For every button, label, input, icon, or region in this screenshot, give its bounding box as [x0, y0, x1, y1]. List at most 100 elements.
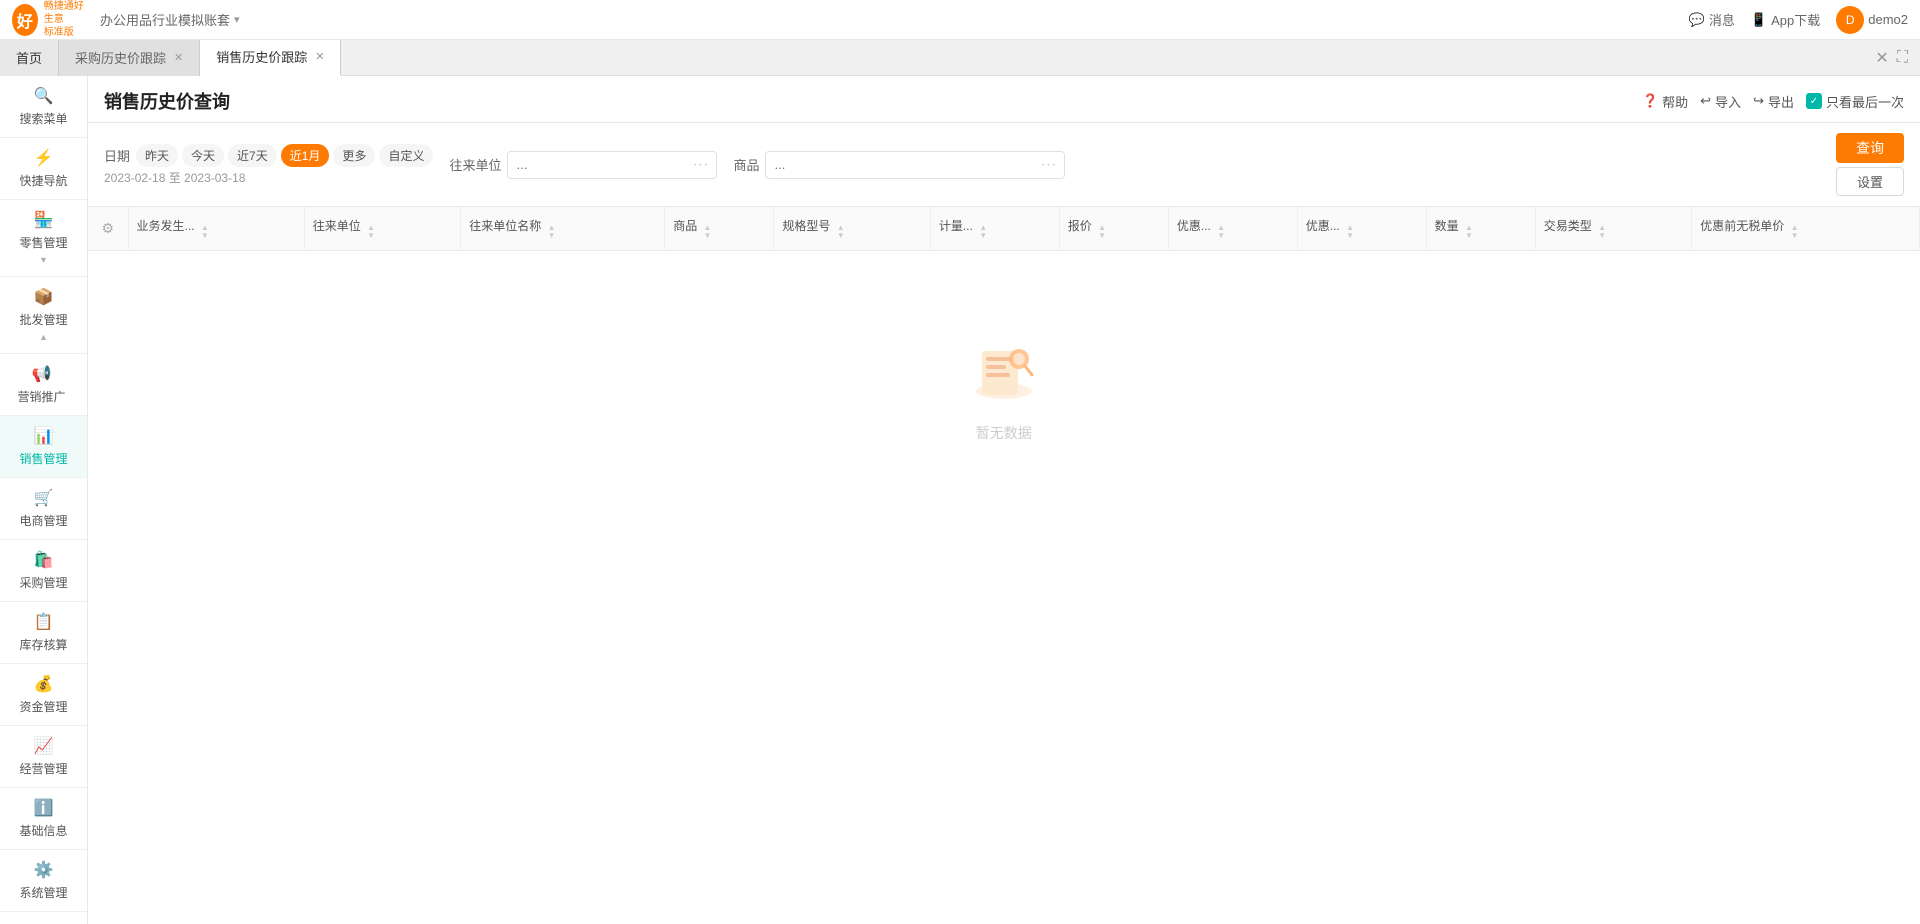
sidebar-item-operations-mgmt[interactable]: 📈 经营管理 [0, 726, 87, 788]
table-body: 暂无数据 [88, 251, 1920, 524]
date-btn-more[interactable]: 更多 [333, 144, 375, 167]
search-icon: 🔍 [34, 86, 54, 106]
sort-arrows-partner-code[interactable]: ▲▼ [367, 224, 375, 240]
query-button[interactable]: 查询 [1836, 133, 1904, 163]
export-btn[interactable]: ↪ 导出 [1753, 92, 1794, 111]
sidebar-label-inventory: 库存核算 [19, 636, 67, 653]
tab-home[interactable]: 首页 [0, 40, 59, 76]
sort-arrows-biz-date[interactable]: ▲▼ [201, 224, 209, 240]
sort-arrows-partner-name[interactable]: ▲▼ [548, 224, 556, 240]
th-partner-code: 往来单位 ▲▼ [304, 207, 461, 251]
sidebar-item-system-mgmt[interactable]: ⚙️ 系统管理 [0, 850, 87, 912]
app-download-btn[interactable]: 📱 App下载 [1751, 10, 1820, 29]
sidebar-item-inventory[interactable]: 📋 库存核算 [0, 602, 87, 664]
help-icon: ❓ [1642, 93, 1658, 109]
th-biz-date: 业务发生... ▲▼ [128, 207, 304, 251]
th-discount2-label: 优惠... [1306, 219, 1340, 233]
th-goods-label: 商品 [673, 219, 697, 233]
app-download-label: App下载 [1771, 10, 1820, 29]
partner-dots-icon[interactable]: ··· [692, 156, 708, 174]
tab-fullscreen-icon[interactable]: ⛶ [1897, 49, 1908, 67]
sidebar-item-search-menu[interactable]: 🔍 搜索菜单 [0, 76, 87, 138]
salesmgmt-icon: 📊 [34, 426, 54, 446]
user-name: demo2 [1868, 12, 1908, 27]
only-last-checkbox[interactable]: ✓ 只看最后一次 [1806, 92, 1904, 111]
partner-filter-group: 往来单位 ··· [449, 151, 717, 179]
sidebar-item-wholesale-mgmt[interactable]: 📦 批发管理 ▴ [0, 277, 87, 354]
th-discount2: 优惠... ▲▼ [1297, 207, 1426, 251]
messages-label: 消息 [1709, 10, 1735, 29]
import-label: 导入 [1715, 92, 1741, 111]
title-dropdown-icon[interactable]: ▾ [234, 13, 240, 26]
sort-arrows-spec[interactable]: ▲▼ [837, 224, 845, 240]
date-btn-yesterday[interactable]: 昨天 [136, 144, 178, 167]
sort-arrows-discount2[interactable]: ▲▼ [1346, 224, 1354, 240]
help-btn[interactable]: ❓ 帮助 [1642, 92, 1688, 111]
messages-btn[interactable]: 💬 消息 [1689, 10, 1735, 29]
sidebar-item-retail-mgmt[interactable]: 🏪 零售管理 ▾ [0, 200, 87, 277]
tab-purchase-history[interactable]: 采购历史价跟踪 ✕ [59, 40, 200, 76]
sidebar-label-basic-info: 基础信息 [19, 822, 67, 839]
sort-arrows-trade-type[interactable]: ▲▼ [1598, 224, 1606, 240]
sort-arrows-pre-tax-price[interactable]: ▲▼ [1791, 224, 1799, 240]
wholesale-icon: 📦 [34, 287, 54, 307]
th-unit: 计量... ▲▼ [930, 207, 1059, 251]
logo-text: 畅捷通好生意 标准版 [44, 0, 92, 39]
sidebar-item-basic-info[interactable]: ℹ️ 基础信息 [0, 788, 87, 850]
date-btn-custom[interactable]: 自定义 [379, 144, 433, 167]
import-btn[interactable]: ↩ 导入 [1700, 92, 1741, 111]
tab-close-all-icon[interactable]: ✕ [1875, 48, 1888, 68]
sidebar-item-enterprise-coop[interactable]: 🤝 企业协同 [0, 912, 87, 924]
sort-arrows-quote[interactable]: ▲▼ [1098, 224, 1106, 240]
sidebar-label-purchase-mgmt: 采购管理 [19, 574, 67, 591]
content-area: 销售历史价查询 ❓ 帮助 ↩ 导入 ↪ 导出 ✓ [88, 76, 1920, 924]
date-btn-today[interactable]: 今天 [182, 144, 224, 167]
th-trade-type-label: 交易类型 [1544, 219, 1592, 233]
sidebar-item-marketing[interactable]: 📢 营销推广 [0, 354, 87, 416]
th-partner-name: 往来单位名称 ▲▼ [461, 207, 665, 251]
sidebar-item-purchase-mgmt[interactable]: 🛍️ 采购管理 [0, 540, 87, 602]
th-quote: 报价 ▲▼ [1059, 207, 1168, 251]
sidebar-label-sales-mgmt: 销售管理 [19, 450, 67, 467]
th-discount1: 优惠... ▲▼ [1168, 207, 1297, 251]
empty-row: 暂无数据 [88, 251, 1920, 524]
tab-purchase-close[interactable]: ✕ [174, 51, 183, 64]
th-quote-label: 报价 [1068, 219, 1092, 233]
partner-input[interactable] [516, 157, 692, 172]
top-bar-left: 好 畅捷通好生意 标准版 办公用品行业模拟账套 ▾ [12, 0, 240, 39]
sort-arrows-discount1[interactable]: ▲▼ [1217, 224, 1225, 240]
settings-button[interactable]: 设置 [1836, 167, 1904, 196]
download-icon: 📱 [1751, 12, 1767, 28]
quicknav-icon: ⚡ [34, 148, 54, 168]
goods-input[interactable] [774, 157, 1040, 172]
user-area[interactable]: D demo2 [1836, 6, 1908, 34]
sidebar: 🔍 搜索菜单 ⚡ 快捷导航 🏪 零售管理 ▾ 📦 批发管理 ▴ 📢 营销推广 📊… [0, 76, 88, 924]
sort-arrows-goods[interactable]: ▲▼ [704, 224, 712, 240]
sidebar-item-finance-mgmt[interactable]: 💰 资金管理 [0, 664, 87, 726]
sort-arrows-quantity[interactable]: ▲▼ [1465, 224, 1473, 240]
help-label: 帮助 [1662, 92, 1688, 111]
sort-arrows-unit[interactable]: ▲▼ [979, 224, 987, 240]
tab-home-label: 首页 [16, 48, 42, 67]
finance-icon: 💰 [34, 674, 54, 694]
goods-input-wrap: ··· [765, 151, 1065, 179]
avatar: D [1836, 6, 1864, 34]
th-pre-tax-price: 优惠前无税单价 ▲▼ [1692, 207, 1920, 251]
th-biz-date-label: 业务发生... [137, 219, 195, 233]
main-layout: 🔍 搜索菜单 ⚡ 快捷导航 🏪 零售管理 ▾ 📦 批发管理 ▴ 📢 营销推广 📊… [0, 76, 1920, 924]
sidebar-item-sales-mgmt[interactable]: 📊 销售管理 [0, 416, 87, 478]
tab-actions: ✕ ⛶ [1875, 48, 1920, 68]
sidebar-label-quick-nav: 快捷导航 [19, 172, 67, 189]
sidebar-item-ecommerce-mgmt[interactable]: 🛒 电商管理 [0, 478, 87, 540]
sidebar-label-search-menu: 搜索菜单 [19, 110, 67, 127]
th-partner-name-label: 往来单位名称 [469, 219, 541, 233]
marketing-icon: 📢 [32, 364, 52, 384]
sidebar-item-quick-nav[interactable]: ⚡ 快捷导航 [0, 138, 87, 200]
date-btn-last7days[interactable]: 近7天 [228, 144, 277, 167]
sidebar-label-marketing: 营销推广 [17, 388, 65, 405]
goods-dots-icon[interactable]: ··· [1040, 156, 1056, 174]
tab-sales-history[interactable]: 销售历史价跟踪 ✕ [200, 40, 341, 76]
date-btn-last1month[interactable]: 近1月 [281, 144, 330, 167]
tab-sales-close[interactable]: ✕ [315, 50, 324, 63]
table-settings-icon[interactable]: ⚙ [101, 220, 114, 236]
